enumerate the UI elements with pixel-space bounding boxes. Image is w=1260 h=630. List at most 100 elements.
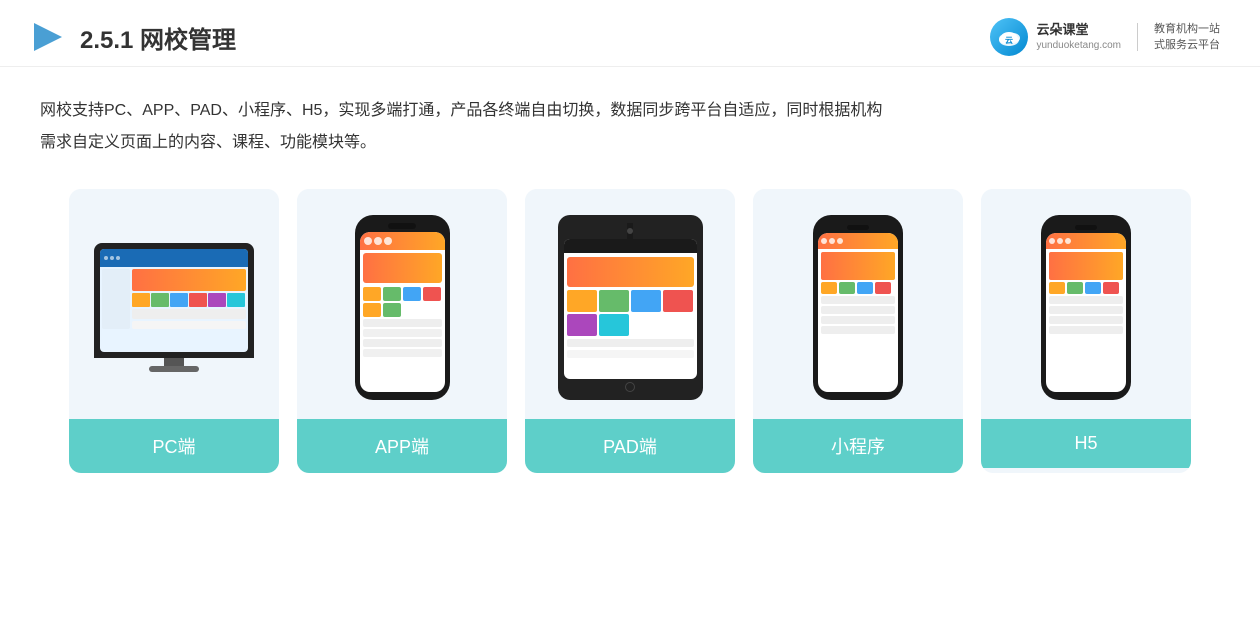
card-app-image (297, 189, 507, 419)
h5-top (1046, 233, 1126, 249)
pi3 (384, 237, 392, 245)
pg6 (383, 303, 401, 317)
h5d2 (1057, 238, 1063, 244)
brand-url: yunduoketang.com (1036, 39, 1121, 52)
dot2 (110, 256, 114, 260)
card-miniprogram: 小程序 (753, 189, 963, 473)
slogan-line2: 式服务云平台 (1154, 37, 1220, 54)
header-brand: 云 云朵课堂 yunduoketang.com 教育机构一站 式服务云平台 (990, 18, 1220, 56)
tablet-content (564, 253, 697, 362)
monitor-screen (100, 249, 248, 352)
monitor-bar (100, 249, 248, 267)
h5d1 (1049, 238, 1055, 244)
pg2 (383, 287, 401, 301)
title-main: 网校管理 (140, 27, 236, 54)
pl1 (363, 319, 442, 327)
mpg1 (821, 282, 837, 294)
mc1 (132, 293, 150, 307)
phone-banner (363, 253, 442, 283)
slogan-line1: 教育机构一站 (1154, 21, 1220, 38)
brand-text: 云朵课堂 yunduoketang.com (1036, 22, 1121, 52)
pg1 (363, 287, 381, 301)
tc5 (567, 314, 597, 336)
pi2 (374, 237, 382, 245)
monitor-banner (132, 269, 246, 291)
tablet-topbar (627, 223, 633, 239)
mpd1 (821, 238, 827, 244)
monitor-base (149, 366, 199, 372)
pl2 (363, 329, 442, 337)
h5g1 (1049, 282, 1065, 294)
mp-content (818, 249, 898, 337)
mc3 (170, 293, 188, 307)
h5g3 (1085, 282, 1101, 294)
tablet-grid (567, 290, 694, 336)
card-app-label: APP端 (297, 419, 507, 473)
brand-icon: 云 (990, 18, 1028, 56)
mpd3 (837, 238, 843, 244)
desc-line2: 需求自定义页面上的内容、课程、功能模块等。 (40, 127, 1220, 159)
phone-screen (360, 232, 445, 392)
phone-content (360, 250, 445, 360)
h5d3 (1065, 238, 1071, 244)
h5-notch-bar (1046, 225, 1126, 230)
mp-banner (821, 252, 895, 280)
mpg2 (839, 282, 855, 294)
card-h5-image (981, 189, 1191, 419)
mpl3 (821, 316, 895, 324)
brand-slogan: 教育机构一站 式服务云平台 (1154, 21, 1220, 54)
app-phone (355, 215, 450, 400)
title-prefix: 2.5.1 (80, 27, 140, 54)
dot3 (116, 256, 120, 260)
card-h5: H5 (981, 189, 1191, 473)
mpd2 (829, 238, 835, 244)
pc-monitor (94, 243, 254, 372)
h5g2 (1067, 282, 1083, 294)
pg3 (403, 287, 421, 301)
svg-text:云: 云 (1005, 36, 1013, 45)
logo-arrow-icon (30, 19, 66, 55)
tablet-dot (627, 228, 633, 234)
phone-grid (363, 287, 442, 317)
h5-grid (1049, 282, 1123, 294)
mp-notch (847, 225, 869, 230)
h5-notch (1075, 225, 1097, 230)
h5l3 (1049, 316, 1123, 324)
mc6 (227, 293, 245, 307)
h5l2 (1049, 306, 1123, 314)
monitor-row2 (132, 309, 246, 319)
card-app: APP端 (297, 189, 507, 473)
cards-section: PC端 (0, 169, 1260, 493)
mc5 (208, 293, 226, 307)
header: 2.5.1 网校管理 云 云朵课堂 yunduoketang.com 教育机构一… (0, 0, 1260, 67)
tc1 (567, 290, 597, 312)
tablet-banner (567, 257, 694, 287)
pg5 (363, 303, 381, 317)
page-title: 2.5.1 网校管理 (80, 20, 236, 55)
tc6 (599, 314, 629, 336)
brand-divider (1137, 23, 1138, 51)
pl3 (363, 339, 442, 347)
tl2 (567, 350, 694, 358)
mp-list (821, 296, 895, 334)
monitor-content (100, 267, 248, 331)
card-pad-image (525, 189, 735, 419)
card-mp-label: 小程序 (753, 419, 963, 473)
tablet-top (564, 239, 697, 253)
mp-top (818, 233, 898, 249)
brand-name: 云朵课堂 (1036, 22, 1121, 39)
mc4 (189, 293, 207, 307)
mpg3 (857, 282, 873, 294)
pg4 (423, 287, 441, 301)
h5-list (1049, 296, 1123, 334)
mpl4 (821, 326, 895, 334)
phone-notch (388, 223, 416, 229)
header-left: 2.5.1 网校管理 (30, 19, 236, 55)
h5l4 (1049, 326, 1123, 334)
mc2 (151, 293, 169, 307)
desc-line1: 网校支持PC、APP、PAD、小程序、H5，实现多端打通，产品各终端自由切换，数… (40, 95, 1220, 127)
mp-screen (818, 233, 898, 392)
pi1 (364, 237, 372, 245)
mp-phone (813, 215, 903, 400)
card-pc-label: PC端 (69, 419, 279, 473)
